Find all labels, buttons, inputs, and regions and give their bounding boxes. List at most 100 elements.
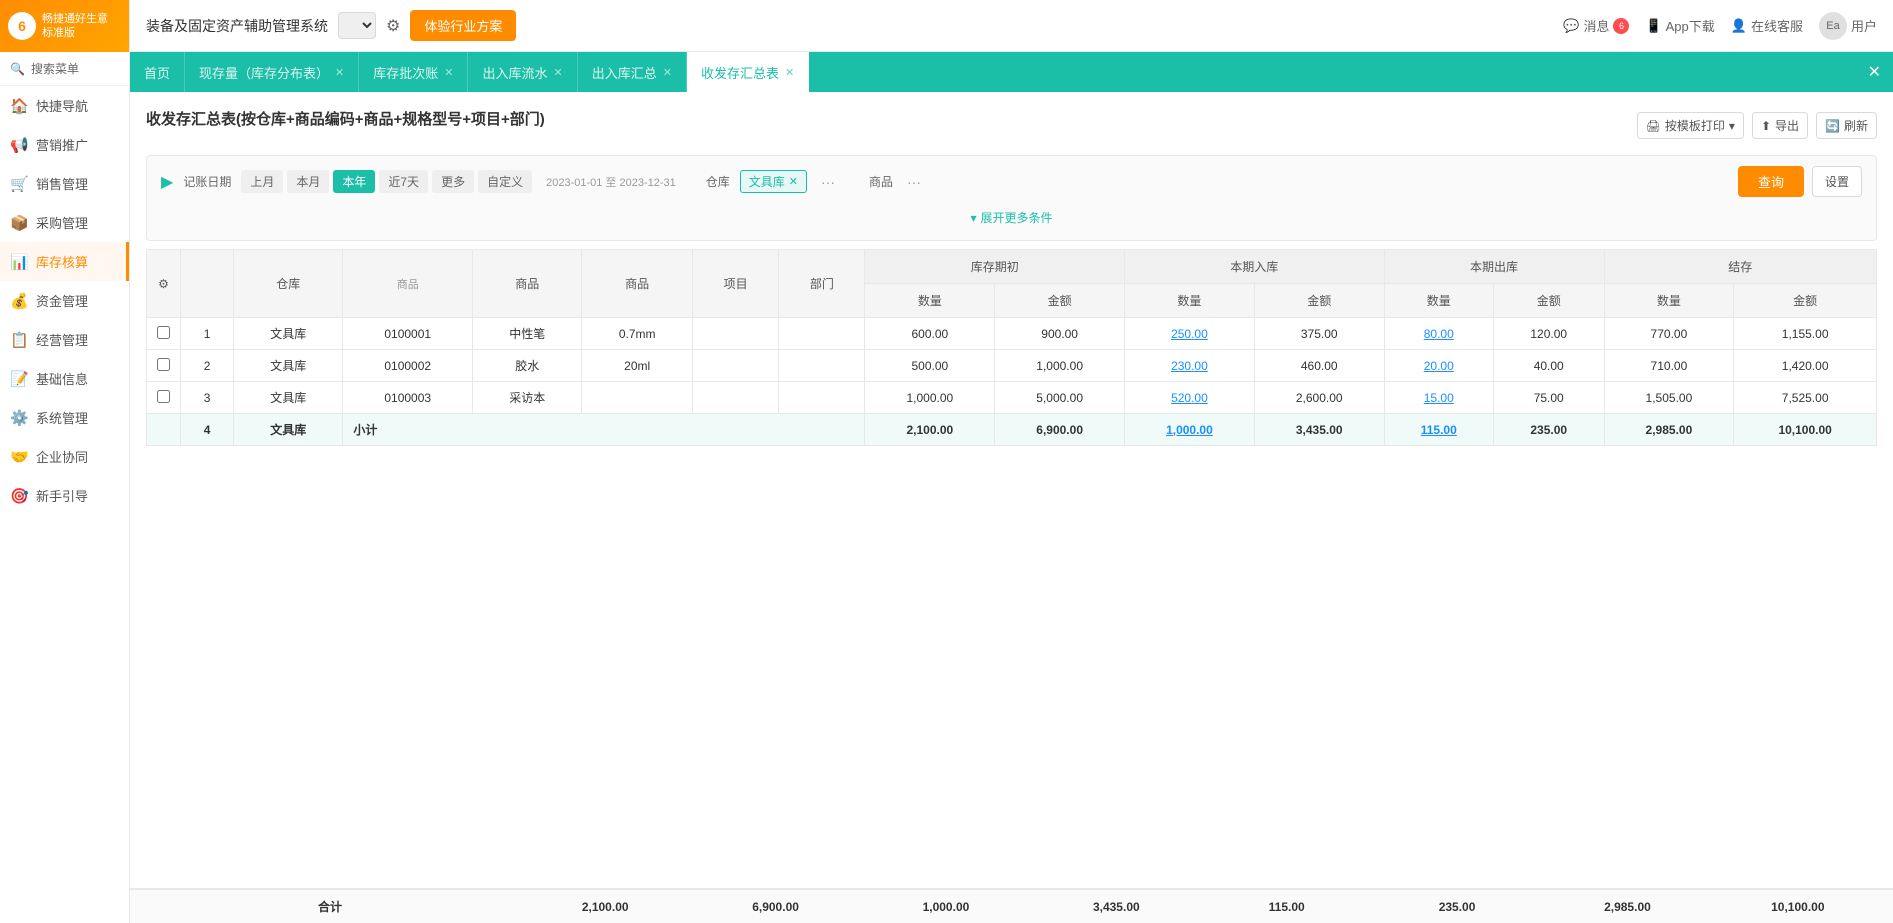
info-icon: 📝 — [10, 370, 28, 388]
user-item[interactable]: Ea 用户 — [1819, 12, 1877, 40]
th-index — [181, 250, 234, 318]
subtotal-warehouse: 文具库 — [234, 414, 343, 446]
logo-text: 畅捷通好生意 标准版 — [42, 12, 108, 41]
th-goods-name: 商品 — [473, 250, 582, 318]
row1-dept — [779, 318, 865, 350]
online-service-item[interactable]: 👤 在线客服 — [1731, 16, 1803, 35]
sidebar: 6 畅捷通好生意 标准版 🔍 搜索菜单 🏠 快捷导航 📢 营销推广 🛒 销售管理… — [0, 0, 130, 923]
warehouse-more-icon[interactable]: ··· — [817, 174, 839, 190]
th-in-amt: 金额 — [1254, 284, 1384, 318]
warehouse-tag-remove[interactable]: ✕ — [789, 175, 798, 188]
sidebar-item-finance[interactable]: 💰 资金管理 — [0, 281, 129, 320]
sidebar-item-marketing[interactable]: 📢 营销推广 — [0, 125, 129, 164]
filter-toggle-icon[interactable]: ▶ — [161, 172, 173, 192]
page-title: 收发存汇总表(按仓库+商品编码+商品+规格型号+项目+部门) — [146, 108, 545, 129]
sidebar-item-sales[interactable]: 🛒 销售管理 — [0, 164, 129, 203]
service-icon: 👤 — [1731, 18, 1747, 34]
th-out-amt: 金额 — [1493, 284, 1604, 318]
tab-home[interactable]: 首页 — [130, 52, 185, 92]
tab-close-inventory-dist[interactable]: ✕ — [335, 66, 344, 79]
row3-out-qty[interactable]: 15.00 — [1384, 382, 1493, 414]
tab-close-inout-flow[interactable]: ✕ — [554, 66, 563, 79]
logo-icon: 6 — [8, 12, 36, 40]
row1-bal-qty: 770.00 — [1604, 318, 1734, 350]
row1-check[interactable] — [157, 326, 170, 339]
total-out-amt: 235.00 — [1372, 900, 1542, 914]
goods-more-icon[interactable]: ··· — [903, 174, 925, 190]
date-last-month[interactable]: 上月 — [241, 170, 283, 193]
row2-open-qty: 500.00 — [865, 350, 995, 382]
sidebar-logo: 6 畅捷通好生意 标准版 — [0, 0, 129, 52]
subtotal-row: 4 文具库 小计 2,100.00 6,900.00 1,000.00 3,43… — [147, 414, 1877, 446]
th-goods-code: 商品 — [343, 250, 473, 318]
refresh-button[interactable]: 🔄 刷新 — [1816, 112, 1877, 139]
date-shortcuts: 上月 本月 本年 近7天 更多 自定义 — [241, 170, 532, 193]
subtotal-out-amt: 235.00 — [1493, 414, 1604, 446]
tab-close-recv-send[interactable]: ✕ — [785, 66, 794, 79]
tab-batch-ledger[interactable]: 库存批次账 ✕ — [359, 52, 468, 92]
sidebar-item-purchase[interactable]: 📦 采购管理 — [0, 203, 129, 242]
tab-recv-send-summary[interactable]: 收发存汇总表 ✕ — [687, 52, 809, 92]
row2-name: 胶水 — [473, 350, 582, 382]
sidebar-item-system[interactable]: ⚙️ 系统管理 — [0, 398, 129, 437]
settings-gear-icon[interactable]: ⚙ — [386, 16, 400, 36]
system-select[interactable] — [338, 12, 376, 39]
row3-check[interactable] — [157, 390, 170, 403]
sidebar-item-inventory[interactable]: 📊 库存核算 — [0, 242, 129, 281]
row3-num: 3 — [181, 382, 234, 414]
sidebar-item-guide[interactable]: 🎯 新手引导 — [0, 476, 129, 515]
sidebar-item-basic-info[interactable]: 📝 基础信息 — [0, 359, 129, 398]
system-title: 装备及固定资产辅助管理系统 — [146, 16, 328, 36]
tab-close-inout-summary[interactable]: ✕ — [663, 66, 672, 79]
filter-settings-button[interactable]: 设置 — [1812, 166, 1862, 197]
notification-item[interactable]: 💬 消息 6 — [1563, 16, 1629, 35]
row2-open-amt: 1,000.00 — [995, 350, 1125, 382]
row2-out-qty[interactable]: 20.00 — [1384, 350, 1493, 382]
row2-check[interactable] — [157, 358, 170, 371]
row1-open-qty: 600.00 — [865, 318, 995, 350]
row1-checkbox[interactable] — [147, 318, 181, 350]
row2-dept — [779, 350, 865, 382]
tab-inout-flow[interactable]: 出入库流水 ✕ — [468, 52, 577, 92]
total-bal-amt: 10,100.00 — [1713, 900, 1883, 914]
export-button[interactable]: ⬆ 导出 — [1752, 112, 1808, 139]
sidebar-item-operations[interactable]: 📋 经营管理 — [0, 320, 129, 359]
box-icon: 📦 — [10, 214, 28, 232]
chevron-down-small-icon: ▾ — [970, 211, 976, 225]
app-download-item[interactable]: 📱 App下载 — [1645, 16, 1714, 35]
tab-inventory-dist[interactable]: 现存量（库存分布表） ✕ — [185, 52, 359, 92]
export-icon: ⬆ — [1761, 119, 1771, 133]
row1-spec: 0.7mm — [582, 318, 693, 350]
date-more[interactable]: 更多 — [432, 170, 474, 193]
th-dept: 部门 — [779, 250, 865, 318]
print-button[interactable]: 🖨 按模板打印 ▾ — [1637, 112, 1744, 139]
th-warehouse: 仓库 — [234, 250, 343, 318]
th-config[interactable]: ⚙ — [147, 250, 181, 318]
date-this-month[interactable]: 本月 — [287, 170, 329, 193]
sidebar-item-enterprise[interactable]: 🤝 企业协同 — [0, 437, 129, 476]
row3-checkbox[interactable] — [147, 382, 181, 414]
date-custom[interactable]: 自定义 — [478, 170, 532, 193]
subtotal-in-qty[interactable]: 1,000.00 — [1125, 414, 1255, 446]
tab-inout-summary[interactable]: 出入库汇总 ✕ — [578, 52, 687, 92]
tab-close-batch-ledger[interactable]: ✕ — [444, 66, 453, 79]
subtotal-out-qty[interactable]: 115.00 — [1384, 414, 1493, 446]
row2-in-qty[interactable]: 230.00 — [1125, 350, 1255, 382]
row1-out-qty[interactable]: 80.00 — [1384, 318, 1493, 350]
row1-out-amt: 120.00 — [1493, 318, 1604, 350]
total-in-amt: 3,435.00 — [1031, 900, 1201, 914]
sidebar-item-quick-nav[interactable]: 🏠 快捷导航 — [0, 86, 129, 125]
chart-icon: 📊 — [10, 253, 28, 271]
cart-icon: 🛒 — [10, 175, 28, 193]
row2-checkbox[interactable] — [147, 350, 181, 382]
query-button[interactable]: 查询 — [1738, 166, 1804, 197]
trial-button[interactable]: 体验行业方案 — [410, 10, 516, 41]
date-this-year[interactable]: 本年 — [333, 170, 375, 193]
tab-close-all-icon[interactable]: ✕ — [1856, 62, 1893, 82]
date-7days[interactable]: 近7天 — [379, 170, 428, 193]
expand-conditions-button[interactable]: ▾ 展开更多条件 — [962, 205, 1060, 230]
row2-in-amt: 460.00 — [1254, 350, 1384, 382]
row1-in-qty[interactable]: 250.00 — [1125, 318, 1255, 350]
row3-in-qty[interactable]: 520.00 — [1125, 382, 1255, 414]
sidebar-search[interactable]: 🔍 搜索菜单 — [0, 52, 129, 86]
